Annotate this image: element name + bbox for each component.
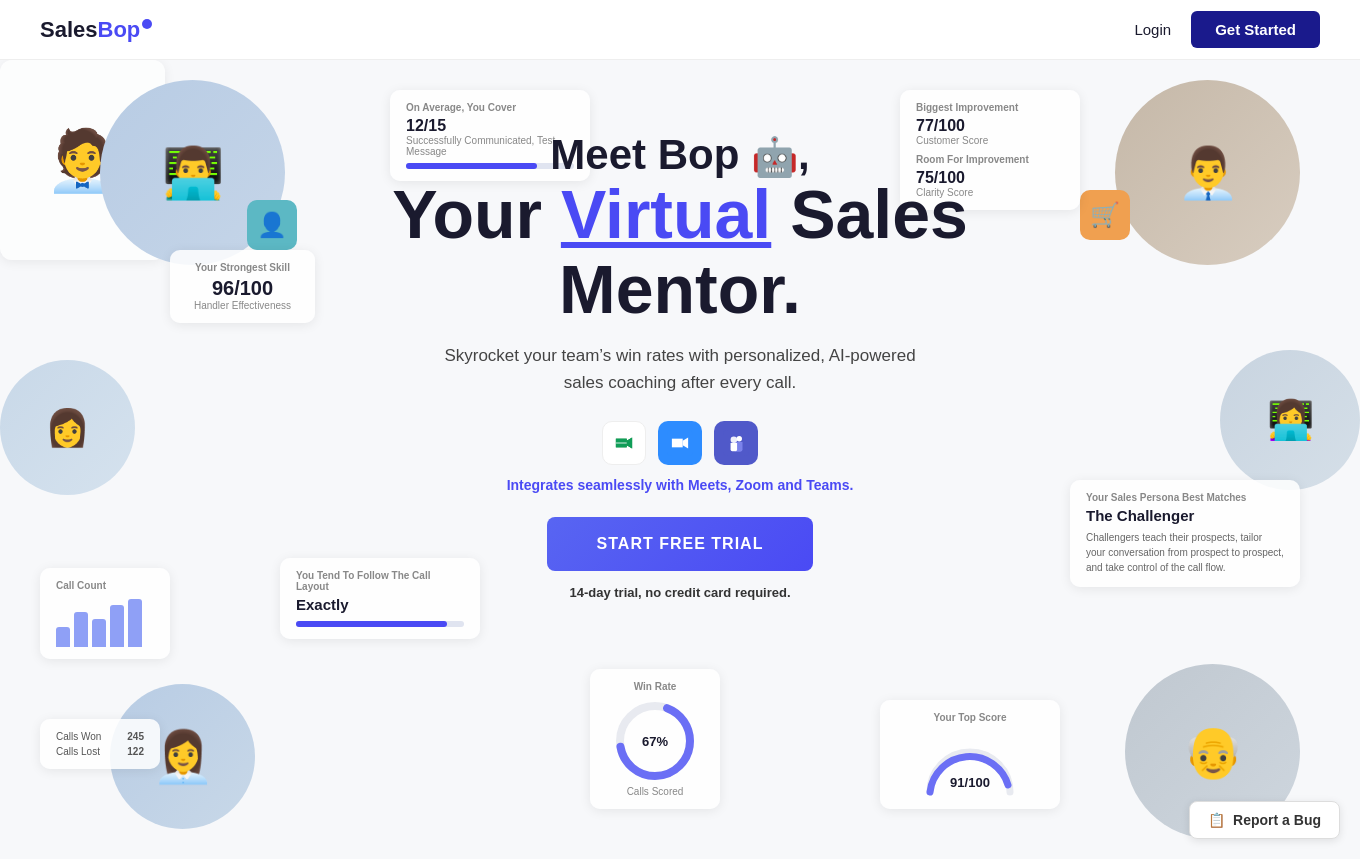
report-bug-label: Report a Bug [1233, 812, 1321, 828]
integration-icons [330, 421, 1030, 465]
svg-point-9 [731, 436, 738, 443]
logo-bop: Bop [98, 17, 141, 43]
win-rate-sublabel: Calls Scored [606, 786, 704, 797]
strongest-skill-card: Your Strongest Skill 96/100 Handler Effe… [170, 250, 315, 323]
calls-won-value: 245 [127, 731, 144, 742]
person-icon-3: 👩‍💼 [152, 728, 214, 786]
teams-icon [714, 421, 758, 465]
circle-mid-right: 👩‍💻 [1220, 350, 1360, 490]
hero-section: Meet Bop 🤖, Your Virtual Sales Mentor. S… [330, 60, 1030, 600]
top-score-chart: 91/100 [896, 727, 1044, 797]
svg-text:67%: 67% [642, 734, 668, 749]
user-icon-teal: 👤 [247, 200, 297, 250]
person-icon-2: 👩 [45, 407, 90, 449]
integration-text: Integrates seamlessly with Meets, Zoom a… [330, 477, 1030, 493]
person-icon-7: 🧑‍💼 [45, 125, 120, 196]
strongest-skill-value: 96/100 [186, 277, 299, 300]
left-person-card: 🧑‍💼 [0, 60, 165, 260]
main-content: 👨‍💻 👩 👩‍💼 👨‍💼 👩‍💻 👴 🧑‍💼 👤 🛒 On Average [0, 60, 1360, 859]
navbar: SalesBop Login Get Started [0, 0, 1360, 60]
win-rate-chart: 67% [606, 696, 704, 786]
person-icon-4: 👨‍💼 [1177, 144, 1239, 202]
logo[interactable]: SalesBop [40, 17, 152, 43]
calls-won-card: Calls Won 245 Calls Lost 122 [40, 719, 160, 769]
logo-dot [142, 19, 152, 29]
headline-bottom: Your Virtual Sales Mentor. [330, 177, 1030, 327]
bar-2 [74, 612, 88, 647]
call-layout-fill [296, 621, 447, 627]
strongest-skill-sublabel: Handler Effectiveness [186, 300, 299, 311]
virtual-text: Virtual [561, 176, 771, 252]
zoom-icon [658, 421, 702, 465]
calls-won-label: Calls Won [56, 731, 101, 742]
sales-persona-card: Your Sales Persona Best Matches The Chal… [1070, 480, 1300, 587]
svg-text:91/100: 91/100 [950, 775, 990, 790]
calls-lost-label: Calls Lost [56, 746, 100, 757]
logo-sales: Sales [40, 17, 98, 43]
person-icon-6: 👴 [1182, 723, 1244, 781]
top-score-title: Your Top Score [896, 712, 1044, 723]
top-score-card: Your Top Score 91/100 [880, 700, 1060, 809]
sales-persona-desc: Challengers teach their prospects, tailo… [1086, 530, 1284, 575]
bar-1 [56, 627, 70, 647]
call-count-card: Call Count [40, 568, 170, 659]
win-rate-card: Win Rate 67% Calls Scored [590, 669, 720, 809]
bar-4 [110, 605, 124, 647]
report-bug-icon: 📋 [1208, 812, 1225, 828]
user-icon-orange: 🛒 [1080, 190, 1130, 240]
trial-note: 14-day trial, no credit card required. [330, 585, 1030, 600]
strongest-skill-title: Your Strongest Skill [186, 262, 299, 273]
call-count-chart [56, 597, 154, 647]
circle-mid-left: 👩 [0, 360, 135, 495]
get-started-button[interactable]: Get Started [1191, 11, 1320, 48]
sales-persona-value: The Challenger [1086, 507, 1284, 524]
circle-top-right: 👨‍💼 [1115, 80, 1300, 265]
call-layout-bar [296, 621, 464, 627]
login-button[interactable]: Login [1134, 21, 1171, 38]
bar-3 [92, 619, 106, 647]
report-bug-button[interactable]: 📋 Report a Bug [1189, 801, 1340, 839]
headline-top: Meet Bop 🤖, [330, 130, 1030, 181]
person-icon-5: 👩‍💻 [1267, 398, 1314, 442]
bar-5 [128, 599, 142, 647]
nav-right: Login Get Started [1134, 11, 1320, 48]
person-icon-1: 👨‍💻 [162, 144, 224, 202]
svg-point-0 [620, 706, 690, 776]
svg-point-1 [620, 706, 690, 776]
circle-top-left: 👨‍💻 [100, 80, 285, 265]
calls-lost-value: 122 [127, 746, 144, 757]
circle-bottom-left: 👩‍💼 [110, 684, 255, 829]
sales-persona-title: Your Sales Persona Best Matches [1086, 492, 1284, 503]
hero-subtext: Skyrocket your team’s win rates with per… [330, 342, 1030, 396]
start-trial-button[interactable]: START FREE TRIAL [547, 517, 814, 571]
call-count-title: Call Count [56, 580, 154, 591]
robot-emoji: 🤖 [751, 135, 798, 181]
meet-icon [602, 421, 646, 465]
svg-point-8 [737, 436, 742, 441]
win-rate-title: Win Rate [606, 681, 704, 692]
